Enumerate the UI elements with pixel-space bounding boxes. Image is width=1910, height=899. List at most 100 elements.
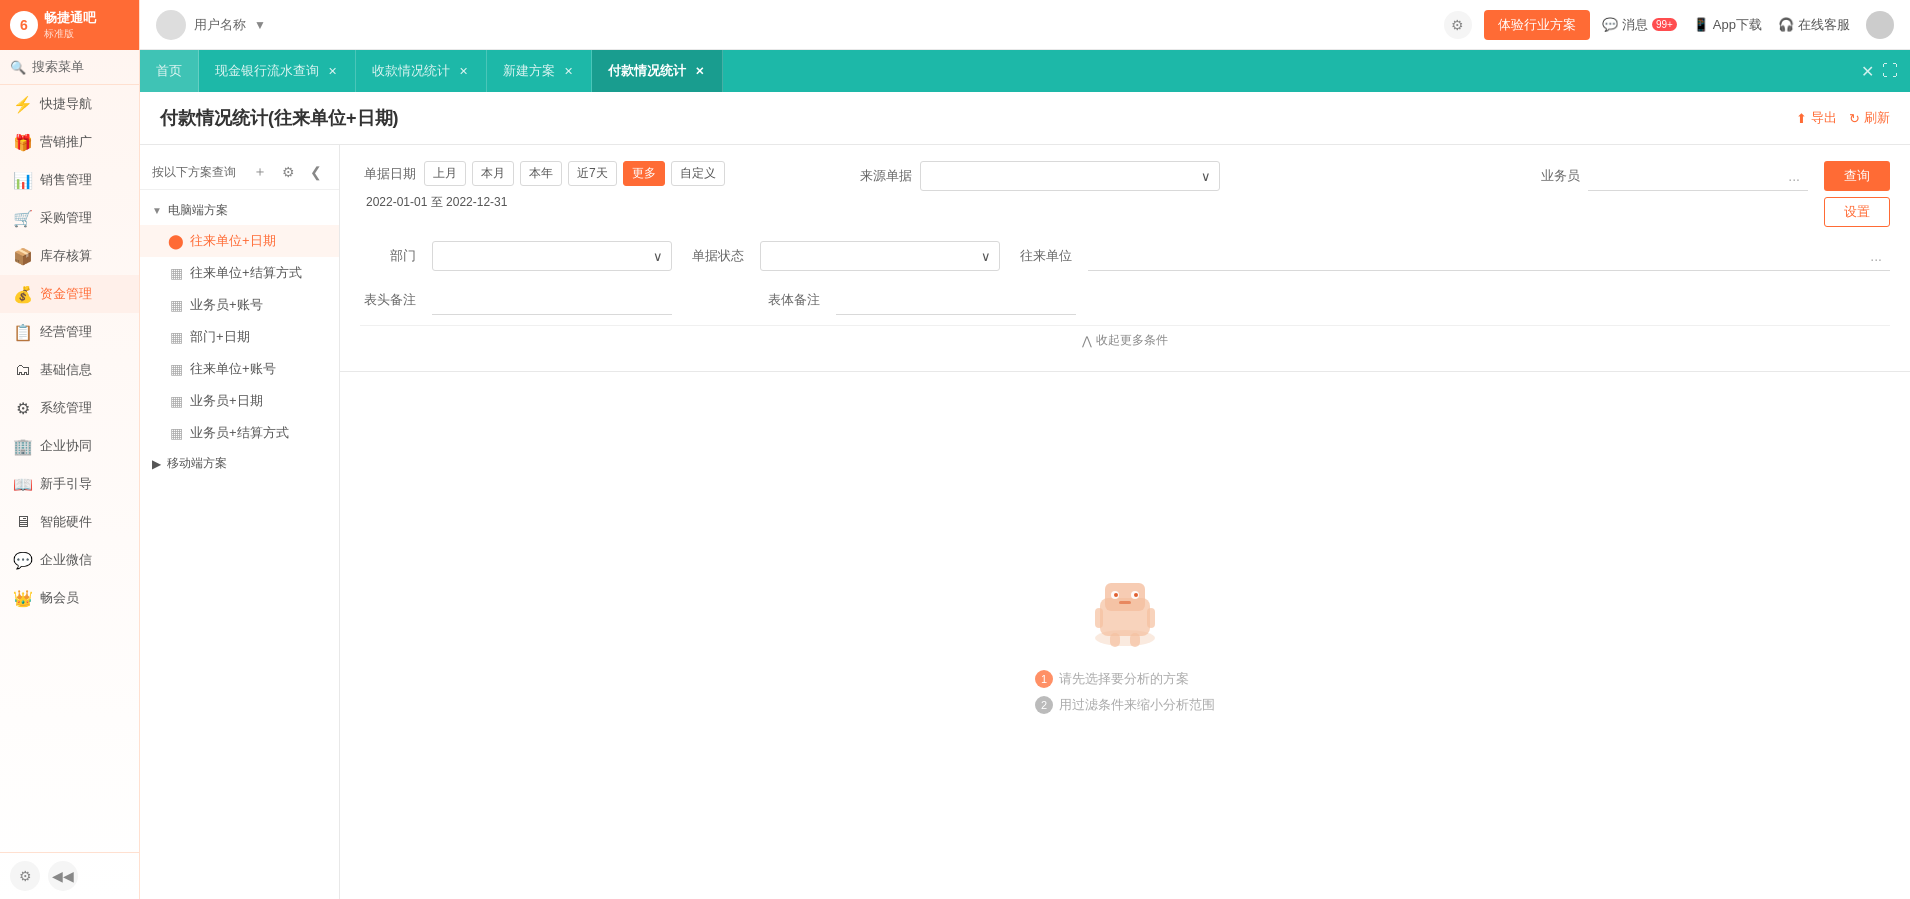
- filter-area: 单据日期 上月 本月 本年 近7天 更多 自定义 2022-01-01 至 20…: [340, 145, 1910, 372]
- sidebar-label-purchase: 采购管理: [40, 209, 92, 227]
- related-unit-label: 往来单位: [1016, 247, 1072, 265]
- query-btn[interactable]: 查询: [1824, 161, 1890, 191]
- main-area: 用户名称 ▼ ⚙ 体验行业方案 💬 消息 99+ 📱 App下载 🎧 在线客服 …: [140, 0, 1910, 899]
- plan-item-staff-settlement[interactable]: ▦业务员+结算方式: [140, 417, 339, 449]
- sidebar-item-inventory[interactable]: 📦库存核算: [0, 237, 139, 275]
- sidebar-label-basic-info: 基础信息: [40, 361, 92, 379]
- inventory-icon: 📦: [14, 247, 32, 265]
- user-name: 用户名称: [194, 16, 246, 34]
- plan-item-staff-account[interactable]: ▦业务员+账号: [140, 289, 339, 321]
- marketing-icon: 🎁: [14, 133, 32, 151]
- messages-badge: 99+: [1652, 18, 1677, 31]
- sidebar-bottom: ⚙ ◀◀: [0, 852, 139, 899]
- sidebar-item-system[interactable]: ⚙系统管理: [0, 389, 139, 427]
- app-download-btn[interactable]: 📱 App下载: [1693, 16, 1762, 34]
- tab-close-new-plan[interactable]: ✕: [561, 64, 575, 78]
- tab-home[interactable]: 首页: [140, 50, 199, 92]
- date-range: 2022-01-01 至 2022-12-31: [366, 194, 507, 211]
- body-note-label: 表体备注: [764, 291, 820, 309]
- plan-label-unit-account: 往来单位+账号: [190, 360, 276, 378]
- sidebar-item-finance[interactable]: 💰资金管理: [0, 275, 139, 313]
- sidebar-item-member[interactable]: 👑畅会员: [0, 579, 139, 617]
- unit-ellipsis-btn[interactable]: ...: [1866, 248, 1886, 264]
- date-more-btn[interactable]: 更多: [623, 161, 665, 186]
- plan-item-unit-date[interactable]: ⬤往来单位+日期: [140, 225, 339, 257]
- plan-item-dept-date[interactable]: ▦部门+日期: [140, 321, 339, 353]
- close-all-tabs-icon[interactable]: ✕: [1861, 62, 1874, 81]
- sidebar-item-enterprise[interactable]: 🏢企业协同: [0, 427, 139, 465]
- desktop-arrow-icon: ▼: [152, 205, 162, 216]
- sidebar-item-quick-nav[interactable]: ⚡快捷导航: [0, 85, 139, 123]
- plan-item-unit-account[interactable]: ▦往来单位+账号: [140, 353, 339, 385]
- sidebar-item-hardware[interactable]: 🖥智能硬件: [0, 503, 139, 541]
- logo-area: 6 畅捷通吧 标准版: [0, 0, 139, 50]
- collapse-btn[interactable]: ⋀ 收起更多条件: [360, 326, 1890, 355]
- export-label: 导出: [1811, 109, 1837, 127]
- user-chevron-icon[interactable]: ▼: [254, 18, 266, 32]
- sidebar-label-system: 系统管理: [40, 399, 92, 417]
- service-btn[interactable]: 🎧 在线客服: [1778, 16, 1850, 34]
- filter-settings-btn[interactable]: 设置: [1824, 197, 1890, 227]
- sidebar-item-guide[interactable]: 📖新手引导: [0, 465, 139, 503]
- sidebar-item-purchase[interactable]: 🛒采购管理: [0, 199, 139, 237]
- sidebar-label-member: 畅会员: [40, 589, 79, 607]
- date-this-month-btn[interactable]: 本月: [472, 161, 514, 186]
- tab-close-bank-flow[interactable]: ✕: [325, 64, 339, 78]
- search-label: 搜索菜单: [32, 58, 84, 76]
- tab-close-payment-stats[interactable]: ✕: [692, 64, 706, 78]
- user-avatar-right[interactable]: [1866, 11, 1894, 39]
- mobile-section[interactable]: ▶ 移动端方案: [140, 449, 339, 478]
- staff-ellipsis-btn[interactable]: ...: [1784, 168, 1804, 184]
- tab-close-receivable-stats[interactable]: ✕: [456, 64, 470, 78]
- right-panel: 单据日期 上月 本月 本年 近7天 更多 自定义 2022-01-01 至 20…: [340, 145, 1910, 899]
- tab-receivable-stats[interactable]: 收款情况统计✕: [356, 50, 487, 92]
- desktop-section[interactable]: ▼ 电脑端方案: [140, 196, 339, 225]
- weixin-icon: 💬: [14, 551, 32, 569]
- tab-bar: 首页现金银行流水查询✕收款情况统计✕新建方案✕付款情况统计✕ ✕ ⛶: [140, 50, 1910, 92]
- plan-item-unit-settlement[interactable]: ▦往来单位+结算方式: [140, 257, 339, 289]
- sidebar-item-operations[interactable]: 📋经营管理: [0, 313, 139, 351]
- collapse-sidebar-btn[interactable]: ◀◀: [48, 861, 78, 891]
- source-select[interactable]: ∨: [920, 161, 1220, 191]
- svg-rect-2: [1105, 583, 1145, 611]
- messages-btn[interactable]: 💬 消息 99+: [1602, 16, 1677, 34]
- logo-sub: 标准版: [44, 27, 96, 41]
- maximize-icon[interactable]: ⛶: [1882, 62, 1898, 80]
- tab-new-plan[interactable]: 新建方案✕: [487, 50, 592, 92]
- sidebar-item-sales[interactable]: 📊销售管理: [0, 161, 139, 199]
- tab-label-bank-flow: 现金银行流水查询: [215, 62, 319, 80]
- plan-item-staff-date[interactable]: ▦业务员+日期: [140, 385, 339, 417]
- sidebar-label-weixin: 企业微信: [40, 551, 92, 569]
- svg-rect-10: [1110, 633, 1120, 647]
- empty-tip-1: 1 请先选择要分析的方案: [1035, 670, 1215, 688]
- staff-label: 业务员: [1524, 167, 1580, 185]
- date-custom-btn[interactable]: 自定义: [671, 161, 725, 186]
- add-plan-btn[interactable]: ＋: [249, 161, 271, 183]
- plan-settings-btn[interactable]: ⚙: [277, 161, 299, 183]
- refresh-label: 刷新: [1864, 109, 1890, 127]
- panel-collapse-btn[interactable]: ❮: [305, 161, 327, 183]
- date-last-month-btn[interactable]: 上月: [424, 161, 466, 186]
- trial-button[interactable]: 体验行业方案: [1484, 10, 1590, 40]
- tab-payment-stats[interactable]: 付款情况统计 ✕: [592, 50, 723, 92]
- date-7days-btn[interactable]: 近7天: [568, 161, 617, 186]
- main-content: 按以下方案查询 ＋ ⚙ ❮ ▼ 电脑端方案 ⬤往来单位+日期▦往来单位+结算方式…: [140, 145, 1910, 899]
- collapse-icon: ⋀: [1082, 334, 1092, 348]
- tab-bank-flow[interactable]: 现金银行流水查询 ✕: [199, 50, 356, 92]
- guide-icon: 📖: [14, 475, 32, 493]
- sidebar-item-basic-info[interactable]: 🗂基础信息: [0, 351, 139, 389]
- search-menu[interactable]: 🔍 搜索菜单: [0, 50, 139, 85]
- date-this-year-btn[interactable]: 本年: [520, 161, 562, 186]
- settings-icon[interactable]: ⚙: [10, 861, 40, 891]
- sidebar-item-weixin[interactable]: 💬 企业微信: [0, 541, 139, 579]
- doc-status-select[interactable]: ∨: [760, 241, 1000, 271]
- tab-label-payment-stats: 付款情况统计: [608, 62, 686, 80]
- left-panel: 按以下方案查询 ＋ ⚙ ❮ ▼ 电脑端方案 ⬤往来单位+日期▦往来单位+结算方式…: [140, 145, 340, 899]
- dept-select[interactable]: ∨: [432, 241, 672, 271]
- sidebar-item-marketing[interactable]: 🎁营销推广: [0, 123, 139, 161]
- gear-btn[interactable]: ⚙: [1444, 11, 1472, 39]
- export-btn[interactable]: ⬆ 导出: [1796, 109, 1837, 127]
- svg-rect-8: [1095, 608, 1103, 628]
- search-icon: 🔍: [10, 60, 26, 75]
- refresh-btn[interactable]: ↻ 刷新: [1849, 109, 1890, 127]
